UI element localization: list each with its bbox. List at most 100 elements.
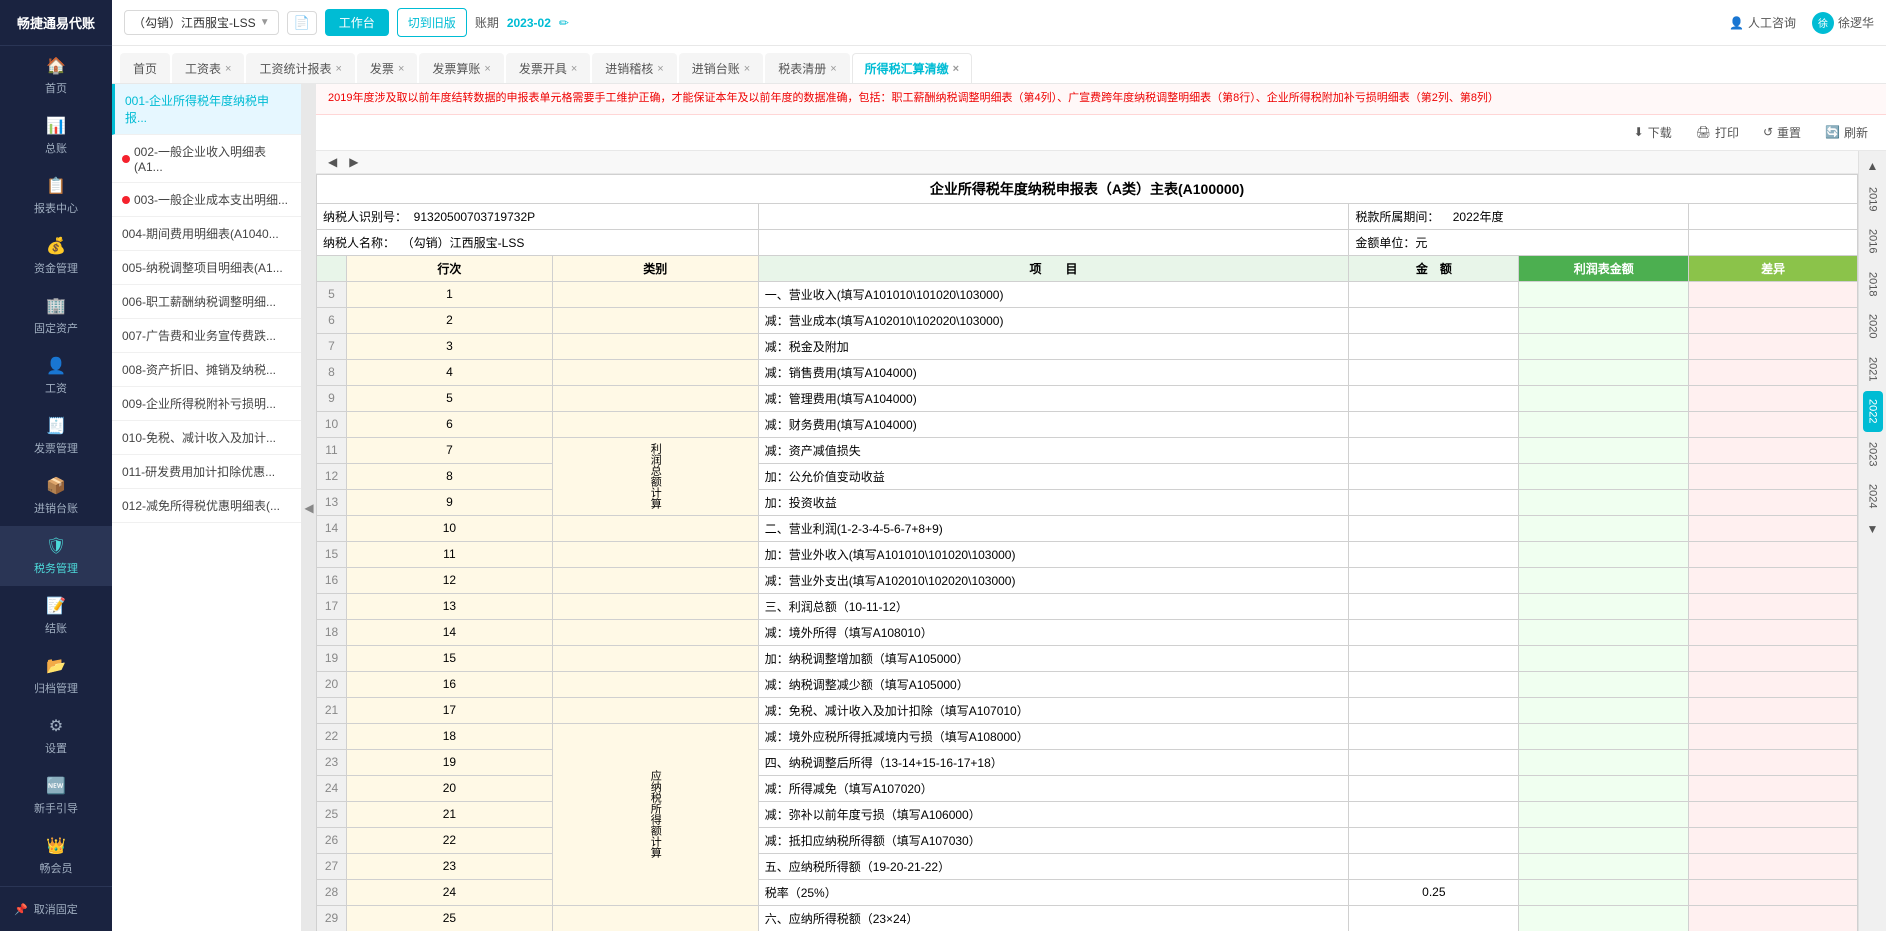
diff-cell[interactable] — [1689, 567, 1858, 593]
amount-cell[interactable] — [1349, 359, 1519, 385]
profit-cell[interactable] — [1519, 645, 1689, 671]
amount-cell[interactable] — [1349, 281, 1519, 307]
profit-cell[interactable] — [1519, 489, 1689, 515]
service-button[interactable]: 👤 人工咨询 — [1729, 14, 1796, 31]
diff-cell[interactable] — [1689, 385, 1858, 411]
company-selector[interactable]: （勾销）江西服宝-LSS ▼ — [124, 10, 279, 35]
left-panel-collapse-btn[interactable]: ◀ — [302, 84, 316, 931]
tab-close-icon[interactable]: × — [335, 63, 341, 75]
sidebar-item-总账[interactable]: 📊总账 — [0, 106, 112, 166]
diff-cell[interactable] — [1689, 697, 1858, 723]
sidebar-item-固定资产[interactable]: 🏢固定资产 — [0, 286, 112, 346]
tab-工资统计报表[interactable]: 工资统计报表× — [246, 53, 354, 83]
diff-cell[interactable] — [1689, 515, 1858, 541]
profit-cell[interactable] — [1519, 333, 1689, 359]
amount-cell[interactable] — [1349, 853, 1519, 879]
tab-发票开具[interactable]: 发票开具× — [506, 53, 590, 83]
year-item-2023[interactable]: 2023 — [1863, 434, 1883, 474]
left-panel-item-005[interactable]: 005-纳税调整项目明细表(A1... — [112, 251, 301, 285]
profit-cell[interactable] — [1519, 463, 1689, 489]
year-down-btn[interactable]: ▼ — [1863, 518, 1883, 540]
profit-cell[interactable] — [1519, 749, 1689, 775]
sidebar-item-畅会员[interactable]: 👑畅会员 — [0, 826, 112, 886]
left-panel-item-012[interactable]: 012-减免所得税优惠明细表(... — [112, 489, 301, 523]
period-edit-icon[interactable]: ✏ — [559, 16, 569, 30]
diff-cell[interactable] — [1689, 749, 1858, 775]
profit-cell[interactable] — [1519, 593, 1689, 619]
nav-prev-btn[interactable]: ◀ — [324, 153, 341, 171]
profit-cell[interactable] — [1519, 385, 1689, 411]
profit-cell[interactable] — [1519, 671, 1689, 697]
left-panel-item-001[interactable]: 001-企业所得税年度纳税申报... — [112, 84, 301, 135]
year-item-2018[interactable]: 2018 — [1863, 264, 1883, 304]
profit-cell[interactable] — [1519, 853, 1689, 879]
sidebar-item-结账[interactable]: 📝结账 — [0, 586, 112, 646]
tab-发票[interactable]: 发票× — [357, 53, 417, 83]
amount-cell[interactable] — [1349, 333, 1519, 359]
year-item-2022[interactable]: 2022 — [1863, 391, 1883, 431]
diff-cell[interactable] — [1689, 333, 1858, 359]
diff-cell[interactable] — [1689, 905, 1858, 931]
diff-cell[interactable] — [1689, 619, 1858, 645]
sidebar-item-归档管理[interactable]: 📂归档管理 — [0, 646, 112, 706]
profit-cell[interactable] — [1519, 827, 1689, 853]
amount-cell[interactable] — [1349, 385, 1519, 411]
tab-close-icon[interactable]: × — [484, 63, 490, 75]
diff-cell[interactable] — [1689, 281, 1858, 307]
profit-cell[interactable] — [1519, 541, 1689, 567]
diff-cell[interactable] — [1689, 827, 1858, 853]
profit-cell[interactable] — [1519, 775, 1689, 801]
diff-cell[interactable] — [1689, 645, 1858, 671]
topbar-doc-icon[interactable]: 📄 — [287, 11, 317, 35]
amount-cell[interactable] — [1349, 593, 1519, 619]
tab-close-icon[interactable]: × — [225, 63, 231, 75]
year-item-2016[interactable]: 2016 — [1863, 221, 1883, 261]
tab-close-icon[interactable]: × — [657, 63, 663, 75]
diff-cell[interactable] — [1689, 593, 1858, 619]
profit-cell[interactable] — [1519, 697, 1689, 723]
nav-next-btn[interactable]: ▶ — [345, 153, 362, 171]
tab-close-icon[interactable]: × — [830, 63, 836, 75]
profit-cell[interactable] — [1519, 281, 1689, 307]
tab-所得税汇算清缴[interactable]: 所得税汇算清缴× — [852, 53, 972, 83]
profit-cell[interactable] — [1519, 411, 1689, 437]
diff-cell[interactable] — [1689, 723, 1858, 749]
year-item-2024[interactable]: 2024 — [1863, 476, 1883, 516]
tab-首页[interactable]: 首页 — [120, 53, 170, 83]
amount-cell[interactable] — [1349, 671, 1519, 697]
tab-close-icon[interactable]: × — [398, 63, 404, 75]
sidebar-item-发票管理[interactable]: 🧾发票管理 — [0, 406, 112, 466]
profit-cell[interactable] — [1519, 723, 1689, 749]
tab-发票算账[interactable]: 发票算账× — [419, 53, 503, 83]
amount-cell[interactable] — [1349, 619, 1519, 645]
diff-cell[interactable] — [1689, 489, 1858, 515]
amount-cell[interactable]: 0.25 — [1349, 879, 1519, 905]
profit-cell[interactable] — [1519, 307, 1689, 333]
diff-cell[interactable] — [1689, 775, 1858, 801]
year-up-btn[interactable]: ▲ — [1863, 155, 1883, 177]
diff-cell[interactable] — [1689, 541, 1858, 567]
download-button[interactable]: ⬇ 下载 — [1628, 121, 1678, 144]
amount-cell[interactable] — [1349, 411, 1519, 437]
tab-进销稽核[interactable]: 进销稽核× — [592, 53, 676, 83]
amount-cell[interactable] — [1349, 437, 1519, 463]
diff-cell[interactable] — [1689, 879, 1858, 905]
tab-进销台账[interactable]: 进销台账× — [679, 53, 763, 83]
amount-cell[interactable] — [1349, 489, 1519, 515]
profit-cell[interactable] — [1519, 619, 1689, 645]
tab-税表清册[interactable]: 税表清册× — [765, 53, 849, 83]
diff-cell[interactable] — [1689, 463, 1858, 489]
amount-cell[interactable] — [1349, 775, 1519, 801]
amount-cell[interactable] — [1349, 541, 1519, 567]
sidebar-item-资金管理[interactable]: 💰资金管理 — [0, 226, 112, 286]
sidebar-item-工资[interactable]: 👤工资 — [0, 346, 112, 406]
amount-cell[interactable] — [1349, 827, 1519, 853]
diff-cell[interactable] — [1689, 801, 1858, 827]
left-panel-item-002[interactable]: 002-一般企业收入明细表(A1... — [112, 135, 301, 183]
user-menu[interactable]: 徐 徐逻华 — [1812, 12, 1874, 34]
amount-cell[interactable] — [1349, 645, 1519, 671]
left-panel-item-007[interactable]: 007-广告费和业务宣传费跌... — [112, 319, 301, 353]
workbench-button[interactable]: 工作台 — [325, 9, 389, 36]
tab-close-icon[interactable]: × — [953, 63, 959, 75]
tab-工资表[interactable]: 工资表× — [172, 53, 244, 83]
